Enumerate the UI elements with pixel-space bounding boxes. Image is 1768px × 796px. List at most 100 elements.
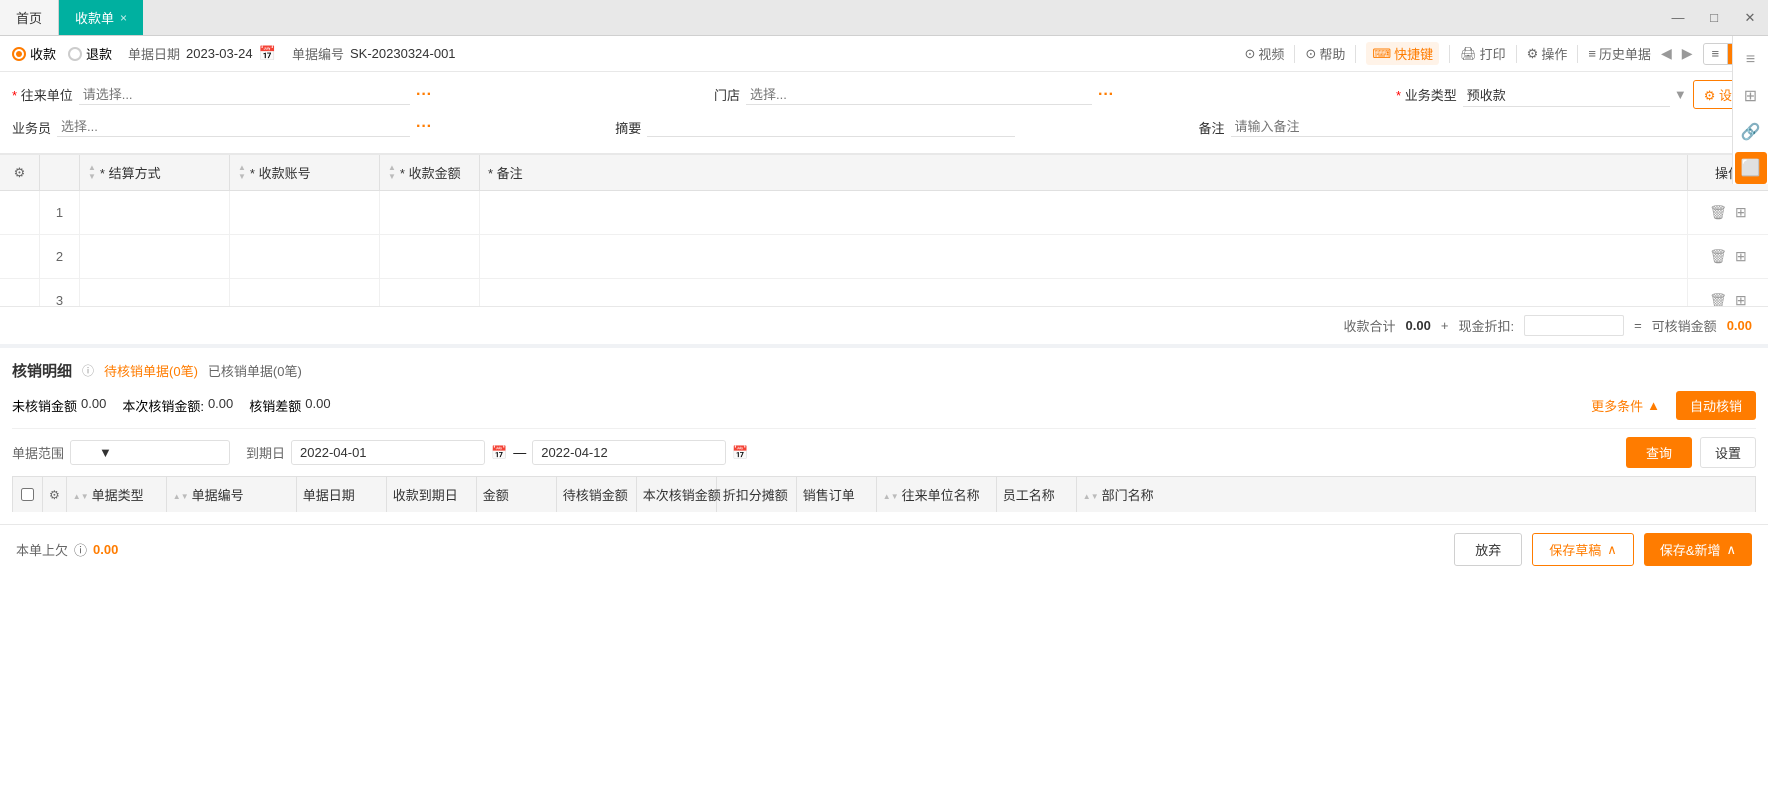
tab-done[interactable]: 已核销单据(0笔) — [208, 361, 302, 380]
query-btn[interactable]: 查询 — [1626, 437, 1692, 468]
remark-field: 备注 — [1199, 117, 1757, 137]
row2-account[interactable] — [230, 235, 380, 278]
row3-delete-icon[interactable]: 🗑 — [1709, 292, 1727, 306]
receipt-type-radio: 收款 退款 — [12, 44, 112, 63]
range-select[interactable]: ▼ — [70, 440, 230, 465]
maximize-button[interactable]: □ — [1696, 0, 1732, 36]
biztype-select[interactable]: 预收款 ▼ — [1463, 83, 1687, 107]
form-row-1: * 往来单位 ··· 门店 ··· * 业务类型 预收款 ▼ — [12, 80, 1756, 109]
sidebar-icon-paperclip[interactable]: 🔗 — [1735, 116, 1767, 148]
row1-delete-icon[interactable]: 🗑 — [1709, 204, 1727, 221]
partner-ellipsis-btn[interactable]: ··· — [416, 86, 432, 104]
row3-amount[interactable] — [380, 279, 480, 306]
save-new-btn[interactable]: 保存&新增 ∧ — [1644, 533, 1752, 566]
date-label: 单据日期 — [128, 44, 180, 63]
select-all-checkbox[interactable] — [21, 488, 34, 501]
calendar-to-icon[interactable]: 📅 — [732, 445, 748, 461]
lth-date: 单据日期 — [297, 477, 387, 512]
row2-remark[interactable] — [480, 235, 1688, 278]
store-label: 门店 — [714, 85, 740, 104]
row1-copy-icon[interactable]: ⊞ — [1735, 204, 1747, 221]
verif-info-icon[interactable]: ⓘ — [82, 362, 94, 379]
auto-verify-btn[interactable]: 自动核销 — [1676, 391, 1756, 420]
row1-account[interactable] — [230, 191, 380, 234]
tab-pending[interactable]: 待核销单据(0笔) — [104, 361, 198, 380]
row1-settlement[interactable] — [80, 191, 230, 234]
more-conditions-btn[interactable]: 更多条件 ▲ — [1591, 396, 1660, 415]
bottom-actions: 放弃 保存草稿 ∧ 保存&新增 ∧ — [1454, 533, 1752, 566]
row3-account[interactable] — [230, 279, 380, 306]
date-to-input[interactable] — [532, 440, 726, 465]
row1-remark[interactable] — [480, 191, 1688, 234]
staff-input[interactable] — [57, 117, 410, 137]
main-container: 收款 退款 单据日期 2023-03-24 📅 单据编号 SK-20230324… — [0, 36, 1768, 796]
lth-dept: ▲▼ 部门名称 — [1077, 477, 1157, 512]
history-btn[interactable]: ≡ 历史单据 — [1588, 44, 1651, 63]
sidebar-icon-expand[interactable]: ⬜ — [1735, 152, 1767, 184]
summary-input[interactable] — [647, 117, 1015, 137]
operation-btn[interactable]: ⚙ 操作 — [1527, 44, 1568, 63]
discard-btn[interactable]: 放弃 — [1454, 533, 1522, 566]
view-list-btn[interactable]: ≡ — [1704, 44, 1729, 64]
tab-close-icon[interactable]: × — [120, 11, 127, 25]
store-ellipsis-btn[interactable]: ··· — [1098, 86, 1114, 104]
lth-gear[interactable]: ⚙ — [43, 477, 67, 512]
calendar-from-icon[interactable]: 📅 — [491, 445, 507, 461]
net-label: 可核销金额 — [1652, 316, 1717, 335]
row3-remark[interactable] — [480, 279, 1688, 306]
partner-field: * 往来单位 ··· — [12, 85, 432, 105]
shortcut-btn[interactable]: ⌨ 快捷键 — [1366, 42, 1439, 65]
radio-shoukuan[interactable]: 收款 — [12, 44, 56, 63]
discount-input[interactable] — [1524, 315, 1624, 336]
stat-uncancelled-label: 未核销金额 — [12, 396, 77, 415]
help-btn[interactable]: ⊙ 帮助 — [1305, 44, 1345, 63]
date-dash: — — [513, 445, 526, 460]
biztype-field: * 业务类型 预收款 ▼ ⚙ 设置 — [1396, 80, 1756, 109]
nav-prev-icon[interactable]: ◀ — [1661, 45, 1672, 62]
video-btn[interactable]: ⊙ 视频 — [1245, 44, 1285, 63]
tab-home[interactable]: 首页 — [0, 0, 59, 35]
staff-ellipsis-btn[interactable]: ··· — [416, 118, 432, 136]
tab-home-label: 首页 — [16, 8, 42, 27]
stat-thistime-label: 本次核销金额: — [122, 396, 204, 415]
lth-partner: ▲▼ 往来单位名称 — [877, 477, 997, 512]
biztype-value: 预收款 — [1463, 83, 1670, 107]
equals-sign: = — [1634, 318, 1642, 333]
staff-label: 业务员 — [12, 118, 51, 137]
filter-settings-btn[interactable]: 设置 — [1700, 437, 1756, 468]
tab-receipt[interactable]: 收款单 × — [59, 0, 143, 35]
row1-action: 🗑 ⊞ — [1688, 191, 1768, 234]
lth-num: ▲▼ 单据编号 — [167, 477, 297, 512]
sidebar-icon-1[interactable]: ≡ — [1735, 44, 1767, 76]
row3-settlement[interactable] — [80, 279, 230, 306]
partner-label: * 往来单位 — [12, 85, 73, 104]
staff-field: 业务员 ··· — [12, 117, 432, 137]
date-from-input[interactable] — [291, 440, 485, 465]
partner-input[interactable] — [79, 85, 410, 105]
bottom-bar: 本单上欠 ⓘ 0.00 放弃 保存草稿 ∧ 保存&新增 ∧ — [0, 524, 1768, 574]
th-remark: * 备注 — [480, 155, 1688, 190]
table-settings-icon[interactable]: ⚙ — [0, 155, 40, 190]
row2-settlement[interactable] — [80, 235, 230, 278]
bottom-info-icon[interactable]: ⓘ — [74, 540, 87, 559]
print-btn[interactable]: 🖨 打印 — [1460, 44, 1506, 63]
close-button[interactable]: ✕ — [1732, 0, 1768, 36]
nav-next-icon[interactable]: ▶ — [1682, 45, 1693, 62]
biztype-chevron-icon[interactable]: ▼ — [1674, 87, 1687, 102]
sidebar-icon-2[interactable]: ⊞ — [1735, 80, 1767, 112]
remark-input[interactable] — [1231, 117, 1756, 137]
row3-copy-icon[interactable]: ⊞ — [1735, 292, 1747, 306]
save-draft-label: 保存草稿 — [1549, 540, 1601, 559]
th-index — [40, 155, 80, 190]
store-input[interactable] — [746, 85, 1092, 105]
row2-delete-icon[interactable]: 🗑 — [1709, 248, 1727, 265]
save-draft-btn[interactable]: 保存草稿 ∧ — [1532, 533, 1634, 566]
radio-tuikuan[interactable]: 退款 — [68, 44, 112, 63]
docnum-value: SK-20230324-001 — [350, 46, 456, 61]
row2-amount[interactable] — [380, 235, 480, 278]
row1-amount[interactable] — [380, 191, 480, 234]
calendar-icon[interactable]: 📅 — [259, 45, 276, 62]
minimize-button[interactable]: — — [1660, 0, 1696, 36]
row2-copy-icon[interactable]: ⊞ — [1735, 248, 1747, 265]
form-row-2: 业务员 ··· 摘要 备注 — [12, 117, 1756, 137]
